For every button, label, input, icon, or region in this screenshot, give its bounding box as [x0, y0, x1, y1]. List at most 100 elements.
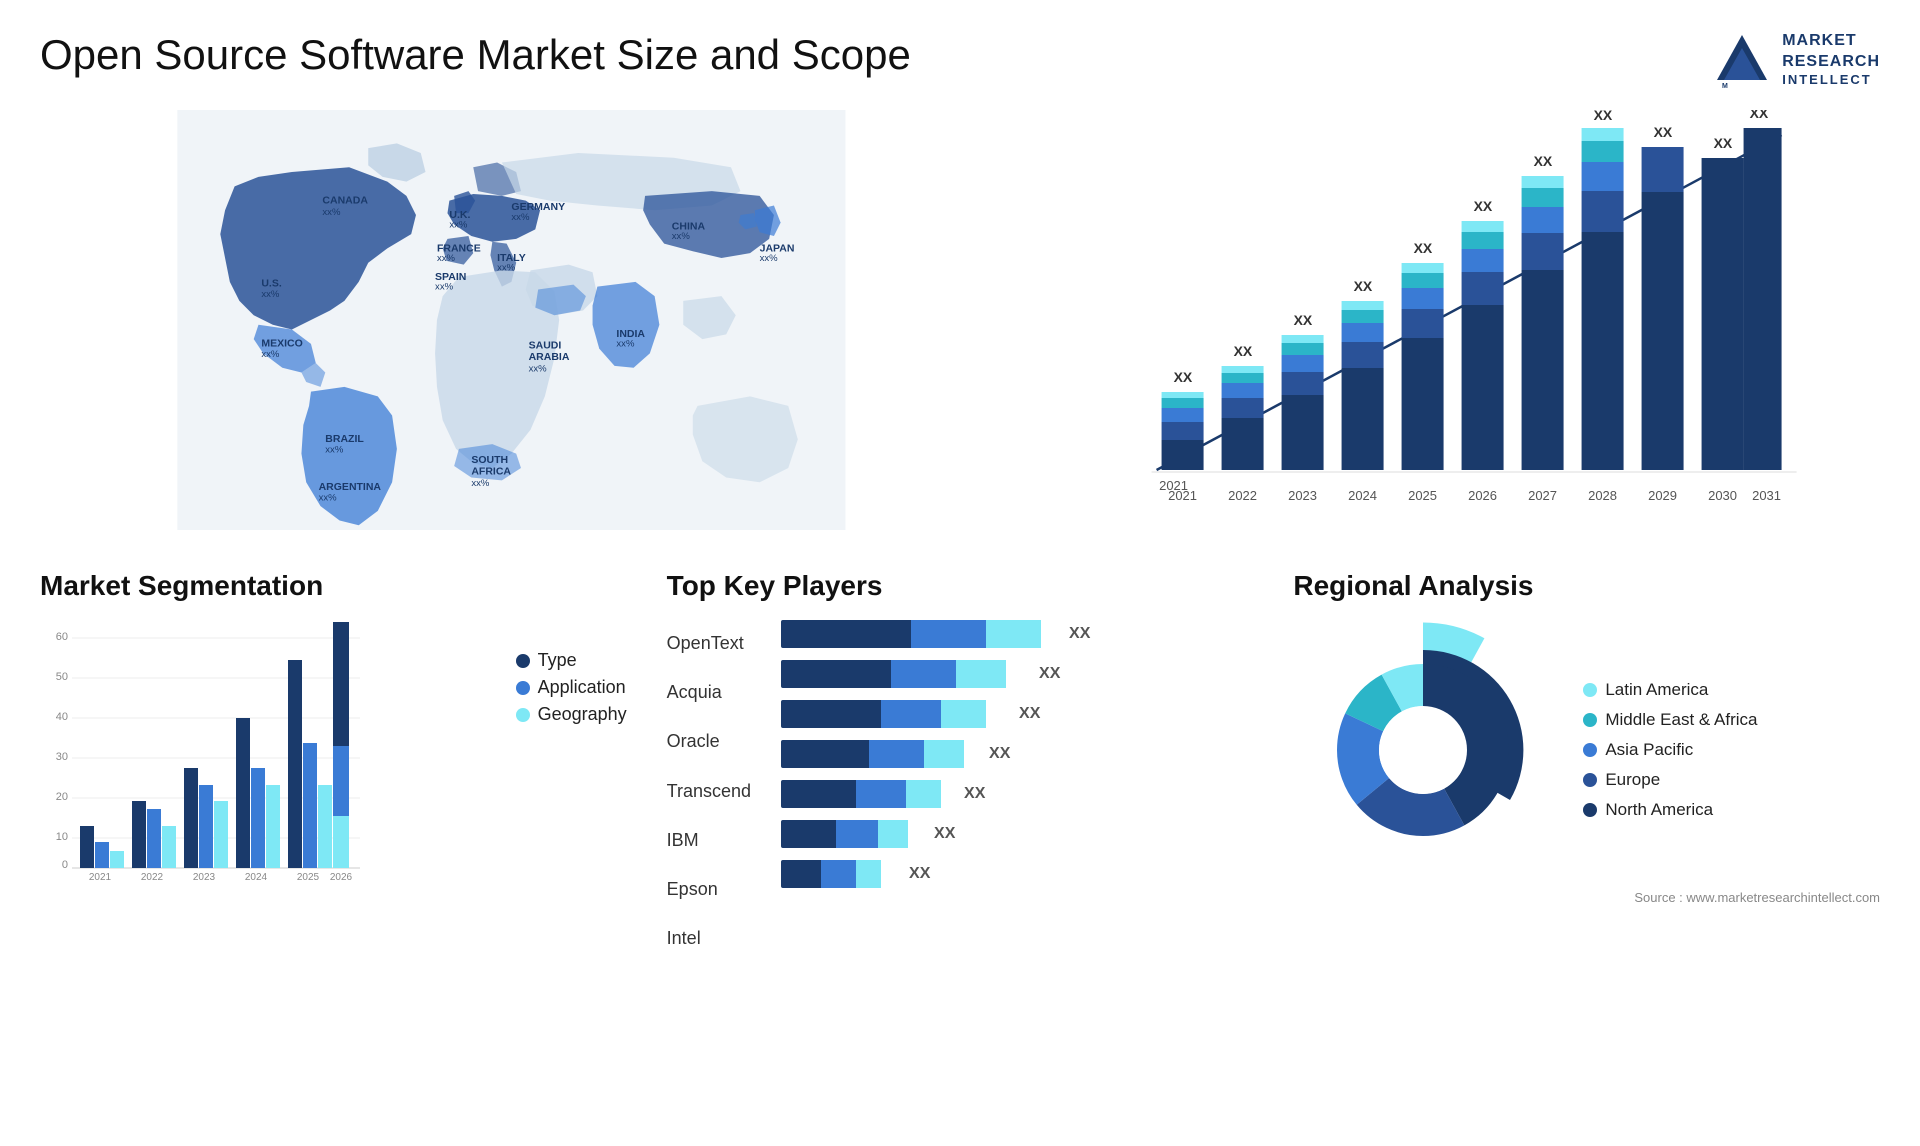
svg-text:XX: XX: [1749, 110, 1768, 121]
svg-text:ARGENTINA: ARGENTINA: [319, 481, 382, 493]
player-names-col: OpenText Acquia Oracle Transcend IBM Eps…: [667, 620, 751, 957]
svg-text:2022: 2022: [141, 872, 164, 880]
key-players-title: Top Key Players: [667, 570, 1254, 602]
player-ibm: IBM: [667, 822, 751, 859]
type-dot: [516, 654, 530, 668]
svg-text:2029: 2029: [1648, 488, 1677, 503]
apac-dot: [1583, 743, 1597, 757]
logo-text: MARKET RESEARCH INTELLECT: [1782, 31, 1880, 89]
legend-type: Type: [516, 650, 627, 671]
svg-text:AFRICA: AFRICA: [471, 466, 511, 478]
bar-row-epson: XX: [781, 820, 1253, 848]
svg-text:XX: XX: [1653, 124, 1672, 140]
latin-dot: [1583, 683, 1597, 697]
europe-dot: [1583, 773, 1597, 787]
svg-text:10: 10: [56, 831, 68, 843]
logo: M MARKET RESEARCH INTELLECT: [1712, 30, 1880, 90]
regional-content: Latin America Middle East & Africa Asia …: [1293, 620, 1880, 880]
bar-row-acquia: XX: [781, 660, 1253, 688]
bar-label-intel: XX: [909, 865, 930, 883]
segmentation-legend: Type Application Geography: [516, 650, 627, 731]
player-bars-col: XX XX: [781, 620, 1253, 957]
reg-label-apac: Asia Pacific: [1605, 740, 1693, 760]
regional-section: Regional Analysis: [1293, 570, 1880, 905]
svg-text:2025: 2025: [1408, 488, 1437, 503]
svg-text:U.S.: U.S.: [261, 278, 282, 290]
svg-text:xx%: xx%: [435, 281, 454, 292]
svg-text:50: 50: [56, 671, 68, 683]
svg-text:xx%: xx%: [449, 219, 468, 230]
svg-text:2027: 2027: [1528, 488, 1557, 503]
bar-label-epson: XX: [934, 825, 955, 843]
reg-legend-na: North America: [1583, 800, 1757, 820]
svg-text:xx%: xx%: [616, 339, 635, 350]
svg-text:XX: XX: [1473, 198, 1492, 214]
svg-text:xx%: xx%: [319, 492, 338, 503]
svg-text:2026: 2026: [330, 872, 353, 880]
bar-ibm: [781, 780, 956, 808]
world-map: CANADA xx% U.S. xx% MEXICO xx% BRAZIL xx…: [40, 110, 983, 530]
source-text: Source : www.marketresearchintellect.com: [1293, 890, 1880, 905]
svg-text:SOUTH: SOUTH: [471, 454, 508, 466]
svg-text:xx%: xx%: [261, 349, 280, 360]
bar-label-oracle: XX: [1019, 705, 1040, 723]
player-transcend: Transcend: [667, 773, 751, 810]
reg-legend-mea: Middle East & Africa: [1583, 710, 1757, 730]
bar-row-intel: XX: [781, 860, 1253, 888]
svg-text:xx%: xx%: [325, 445, 344, 456]
svg-text:2025: 2025: [297, 872, 320, 880]
regional-title: Regional Analysis: [1293, 570, 1880, 602]
svg-text:2024: 2024: [245, 872, 268, 880]
bar-row-oracle: XX: [781, 700, 1253, 728]
application-dot: [516, 681, 530, 695]
svg-text:2026: 2026: [1468, 488, 1497, 503]
key-players-section: Top Key Players OpenText Acquia Oracle T…: [667, 570, 1254, 957]
reg-label-na: North America: [1605, 800, 1713, 820]
svg-text:2021: 2021: [1168, 488, 1197, 503]
svg-text:BRAZIL: BRAZIL: [325, 433, 364, 445]
svg-text:30: 30: [56, 751, 68, 763]
svg-text:xx%: xx%: [672, 231, 691, 242]
player-intel: Intel: [667, 920, 751, 957]
bar-intel: [781, 860, 901, 888]
reg-label-europe: Europe: [1605, 770, 1660, 790]
page-title: Open Source Software Market Size and Sco…: [40, 30, 911, 80]
svg-text:20: 20: [56, 791, 68, 803]
mea-dot: [1583, 713, 1597, 727]
svg-text:XX: XX: [1593, 110, 1612, 123]
bar-row-ibm: XX: [781, 780, 1253, 808]
svg-text:xx%: xx%: [261, 289, 280, 300]
svg-text:xx%: xx%: [511, 212, 530, 223]
svg-text:XX: XX: [1293, 312, 1312, 328]
segmentation-chart: 60 50 40 30 20 10 0: [40, 620, 380, 880]
player-oracle: Oracle: [667, 723, 751, 760]
world-map-container: CANADA xx% U.S. xx% MEXICO xx% BRAZIL xx…: [40, 110, 983, 530]
donut-chart-wrap: [1293, 620, 1553, 880]
svg-text:2021: 2021: [89, 872, 112, 880]
legend-geography: Geography: [516, 704, 627, 725]
svg-text:SAUDI: SAUDI: [529, 340, 562, 352]
svg-text:CANADA: CANADA: [322, 195, 368, 207]
svg-text:2030: 2030: [1708, 488, 1737, 503]
bar-oracle: [781, 700, 1011, 728]
bar-row-opentext: XX: [781, 620, 1253, 648]
svg-text:M: M: [1722, 83, 1728, 90]
svg-text:XX: XX: [1413, 240, 1432, 256]
trend-chart: XX 2021 XX XX XX: [1023, 110, 1880, 530]
regional-legend: Latin America Middle East & Africa Asia …: [1583, 680, 1757, 820]
bar-label-acquia: XX: [1039, 665, 1060, 683]
svg-text:XX: XX: [1533, 153, 1552, 169]
reg-legend-europe: Europe: [1583, 770, 1757, 790]
legend-type-label: Type: [538, 650, 577, 671]
player-acquia: Acquia: [667, 674, 751, 711]
bar-opentext: [781, 620, 1061, 648]
bar-label-opentext: XX: [1069, 625, 1090, 643]
svg-text:60: 60: [56, 631, 68, 643]
geography-dot: [516, 708, 530, 722]
logo-icon: M: [1712, 30, 1772, 90]
svg-text:XX: XX: [1713, 135, 1732, 151]
svg-text:xx%: xx%: [471, 478, 490, 489]
bar-acquia: [781, 660, 1031, 688]
bar-epson: [781, 820, 926, 848]
svg-text:ARABIA: ARABIA: [529, 351, 570, 363]
